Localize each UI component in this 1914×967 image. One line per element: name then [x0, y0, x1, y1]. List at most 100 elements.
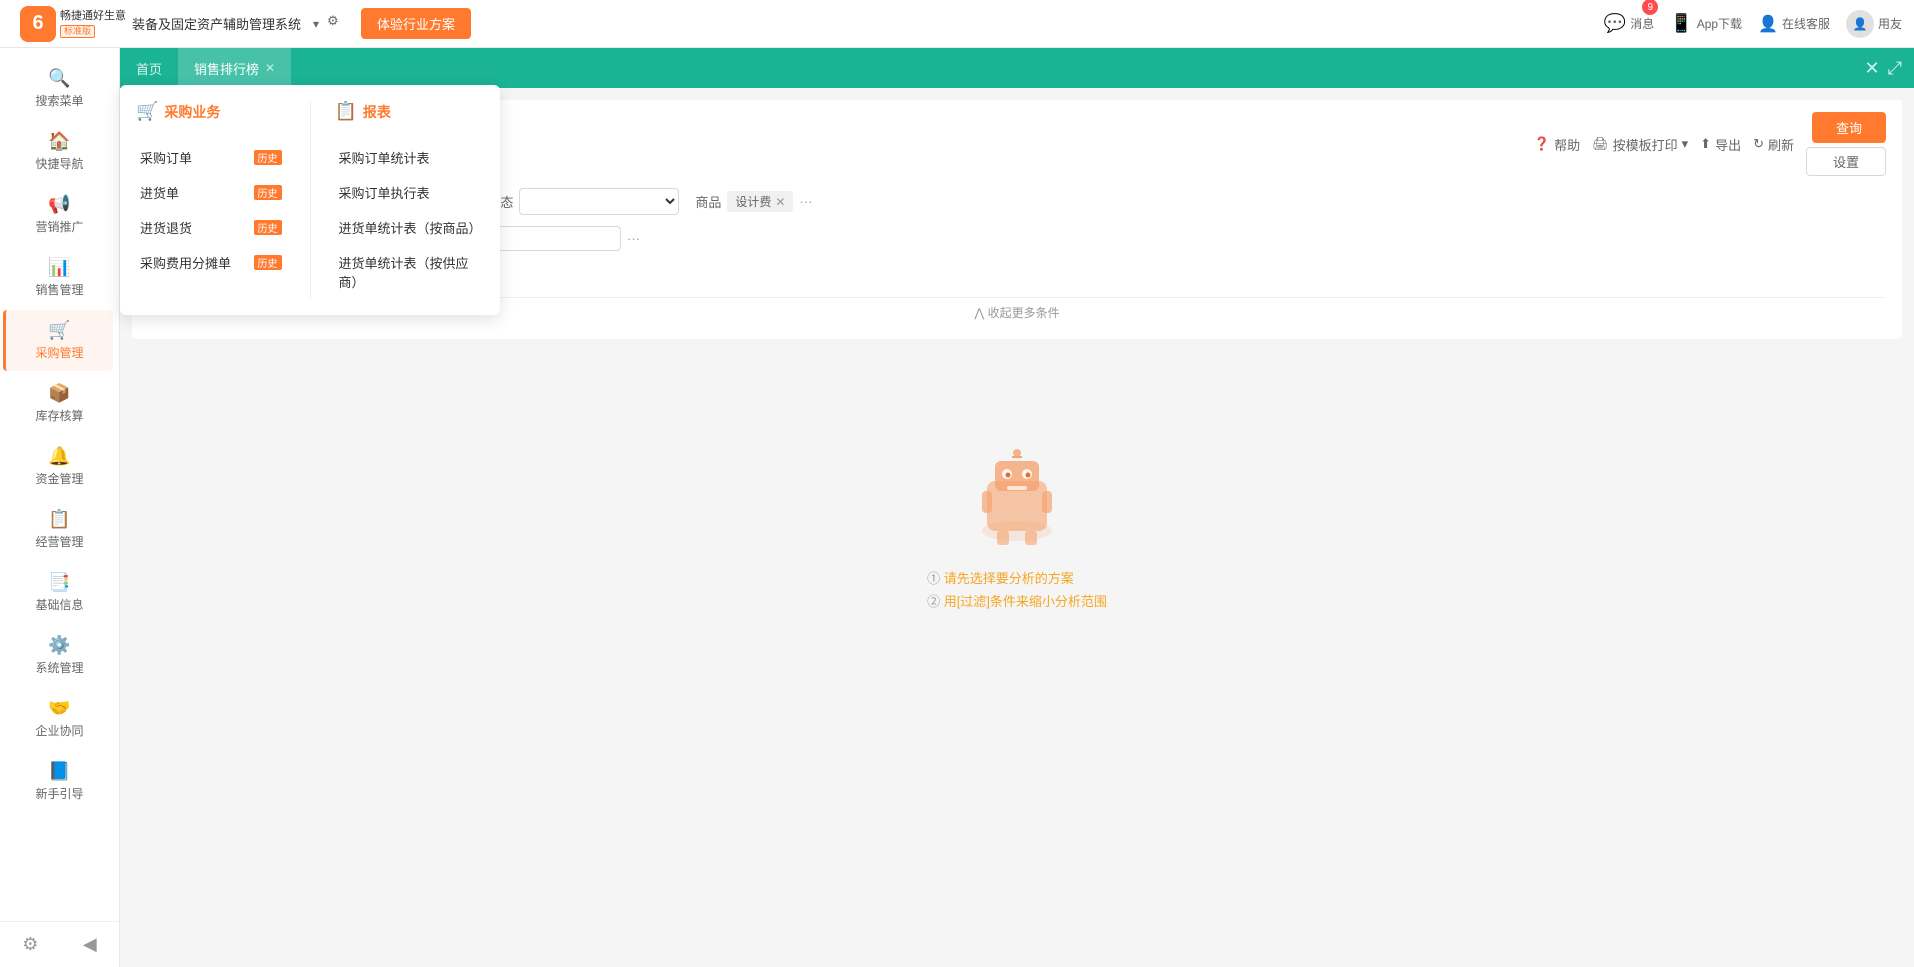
tab-close-window-btn[interactable]: ✕: [1865, 58, 1880, 79]
search-icon: 🔍: [48, 68, 70, 89]
sidebar-item-system[interactable]: ⚙️ 系统管理: [6, 625, 113, 686]
sidebar-item-finance[interactable]: 🔔 资金管理: [6, 436, 113, 497]
sidebar-item-purchase[interactable]: 🛒 采购管理: [3, 310, 113, 371]
sidebar-item-label: 资金管理: [35, 470, 83, 487]
sidebar-item-label: 库存核算: [35, 407, 83, 424]
user-name: 用友: [1878, 15, 1902, 32]
sidebar-item-label: 营销推广: [35, 218, 83, 235]
tab-expand-btn[interactable]: ⤢: [1888, 58, 1902, 79]
notification-group[interactable]: 💬 9 消息: [1604, 13, 1654, 34]
purchase-business-col: 🛒 采购业务 采购订单 历史 进货单 历史 进货退货 历史 采购费用分摊单 历史: [136, 101, 286, 299]
refresh-btn[interactable]: ↻ 刷新: [1753, 135, 1794, 154]
sidebar-item-label: 系统管理: [35, 659, 83, 676]
report-col: 📋 报表 采购订单统计表 采购订单执行表 进货单统计表（按商品） 进货单统计表（…: [335, 101, 485, 299]
menu-item-incoming-stats-supplier[interactable]: 进货单统计表（按供应商）: [335, 245, 485, 299]
sidebar-item-search[interactable]: 🔍 搜索菜单: [6, 58, 113, 119]
help-btn[interactable]: ❓ 帮助: [1534, 135, 1580, 154]
empty-state-text: ① 请先选择要分析的方案 ② 用[过滤]条件来缩小分析范围: [927, 567, 1107, 614]
sidebar-item-quick-nav[interactable]: 🏠 快捷导航: [6, 121, 113, 182]
sidebar-item-label: 销售管理: [35, 281, 83, 298]
refresh-icon: ↻: [1753, 136, 1764, 152]
app-download-label: App下载: [1697, 15, 1742, 32]
settings-icon[interactable]: ⚙: [327, 13, 349, 35]
menu-item-purchase-order-exec[interactable]: 采购订单执行表: [335, 175, 485, 210]
menu-item-purchase-order[interactable]: 采购订单 历史: [136, 140, 286, 175]
sidebar: 🔍 搜索菜单 🏠 快捷导航 📢 营销推广 📊 销售管理 🛒 采购管: [0, 48, 120, 967]
sidebar-settings-btn[interactable]: ⚙: [22, 934, 38, 955]
sidebar-item-label: 基础信息: [35, 596, 83, 613]
report-menu-icon: 📋: [335, 101, 357, 122]
user-avatar: 👤: [1846, 10, 1874, 38]
document-status-select[interactable]: [519, 188, 679, 215]
menu-item-incoming-stats-goods[interactable]: 进货单统计表（按商品）: [335, 210, 485, 245]
print-dropdown-arrow[interactable]: ▾: [1682, 136, 1689, 152]
print-icon: 🖨: [1592, 136, 1609, 152]
tab-close-btn[interactable]: ✕: [265, 61, 275, 75]
history-badge-1: 历史: [254, 150, 282, 165]
system-dropdown-arrow[interactable]: ▾: [313, 17, 319, 31]
logo-text: 畅捷通好生意 标准版: [60, 9, 126, 39]
sidebar-item-marketing[interactable]: 📢 营销推广: [6, 184, 113, 245]
logo-badge: 标准版: [60, 25, 95, 39]
user-group[interactable]: 👤 用友: [1846, 10, 1902, 38]
sidebar-collapse-btn[interactable]: ◀: [83, 934, 97, 955]
app-download-group[interactable]: 📱 App下载: [1670, 13, 1742, 34]
purchase-icon: 🛒: [48, 320, 70, 341]
inventory-icon: 📦: [48, 383, 70, 404]
dropdown-divider: [310, 101, 311, 299]
sales-icon: 📊: [48, 257, 70, 278]
history-badge-3: 历史: [254, 220, 282, 235]
export-btn[interactable]: ⬆ 导出: [1700, 135, 1741, 154]
sidebar-item-operations[interactable]: 📋 经营管理: [6, 499, 113, 560]
sidebar-item-label: 企业协同: [35, 722, 83, 739]
industry-btn[interactable]: 体验行业方案: [361, 8, 471, 39]
online-service-group[interactable]: 👤 在线客服: [1758, 14, 1830, 34]
system-title: 装备及固定资产辅助管理系统: [132, 14, 301, 33]
help-icon: ❓: [1534, 136, 1550, 152]
sidebar-item-label: 经营管理: [35, 533, 83, 550]
tab-sales-rank[interactable]: 销售排行榜 ✕: [178, 48, 291, 88]
enterprise-icon: 🤝: [48, 698, 70, 719]
empty-state-icon: [957, 431, 1077, 551]
sidebar-item-label: 新手引导: [35, 785, 83, 802]
empty-state: ① 请先选择要分析的方案 ② 用[过滤]条件来缩小分析范围: [132, 351, 1902, 694]
sidebar-item-guide[interactable]: 📘 新手引导: [6, 751, 113, 812]
system-icon: ⚙️: [48, 635, 70, 656]
menu-item-purchase-order-stats[interactable]: 采购订单统计表: [335, 140, 485, 175]
logo-icon: 6: [20, 6, 56, 42]
top-bar-left: 6 畅捷通好生意 标准版 装备及固定资产辅助管理系统 ▾ ⚙ 体验行业方案: [12, 6, 1604, 42]
guide-icon: 📘: [48, 761, 70, 782]
goods-more-icon[interactable]: ···: [799, 194, 812, 209]
sidebar-item-base-info[interactable]: 📑 基础信息: [6, 562, 113, 623]
menu-item-purchase-expense[interactable]: 采购费用分摊单 历史: [136, 245, 286, 280]
tab-home[interactable]: 首页: [120, 48, 178, 88]
print-btn[interactable]: 🖨 按模板打印 ▾: [1592, 135, 1688, 154]
menu-item-incoming[interactable]: 进货单 历史: [136, 175, 286, 210]
export-icon: ⬆: [1700, 136, 1711, 152]
notification-badge: 9: [1642, 0, 1658, 15]
history-badge-4: 历史: [254, 255, 282, 270]
finance-icon: 🔔: [48, 446, 70, 467]
operations-icon: 📋: [48, 509, 70, 530]
home-icon: 🏠: [48, 131, 70, 152]
tab-bar-right: ✕ ⤢: [1857, 58, 1914, 79]
menu-item-return-goods[interactable]: 进货退货 历史: [136, 210, 286, 245]
purchase-menu-icon: 🛒: [136, 101, 158, 122]
purchase-dropdown-menu: 🛒 采购业务 采购订单 历史 进货单 历史 进货退货 历史 采购费用分摊单 历史…: [120, 85, 500, 315]
sidebar-item-label: 搜索菜单: [35, 92, 83, 109]
query-btn[interactable]: 查询: [1812, 112, 1886, 143]
goods-tag-close[interactable]: ✕: [775, 195, 785, 209]
sidebar-item-label: 采购管理: [35, 344, 83, 361]
salesperson-more-icon[interactable]: ···: [627, 231, 640, 246]
sidebar-item-enterprise[interactable]: 🤝 企业协同: [6, 688, 113, 749]
sidebar-footer: ⚙ ◀: [0, 921, 119, 967]
sidebar-item-label: 快捷导航: [35, 155, 83, 172]
goods-tag: 设计费 ✕: [727, 191, 793, 212]
sidebar-item-sales[interactable]: 📊 销售管理: [6, 247, 113, 308]
set-btn[interactable]: 设置: [1806, 147, 1886, 176]
history-badge-2: 历史: [254, 185, 282, 200]
purchase-business-title: 🛒 采购业务: [136, 101, 286, 128]
sidebar-item-inventory[interactable]: 📦 库存核算: [6, 373, 113, 434]
marketing-icon: 📢: [48, 194, 70, 215]
base-info-icon: 📑: [48, 572, 70, 593]
